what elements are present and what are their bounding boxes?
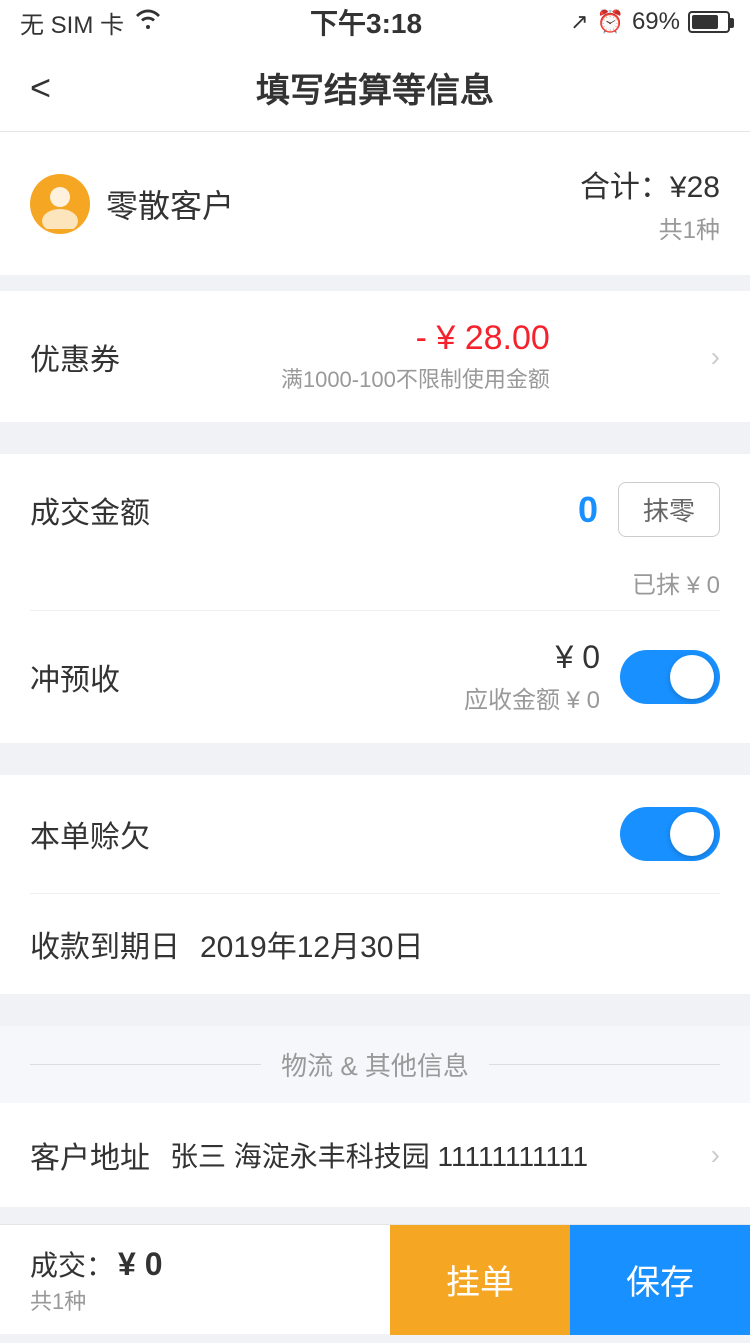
- bottom-count: 共1种: [30, 1284, 360, 1316]
- transaction-card: 成交金额 0 抹零 已抹 ¥ 0 冲预收 ¥ 0 应收金额 ¥ 0: [0, 454, 750, 743]
- coupon-card: 优惠券 - ¥ 28.00 满1000-100不限制使用金额 ›: [0, 291, 750, 422]
- back-button[interactable]: <: [30, 67, 51, 109]
- duedate-value[interactable]: 2019年12月30日: [200, 922, 423, 966]
- coupon-amount: - ¥ 28.00: [281, 319, 550, 358]
- transaction-amount-label: 成交金额: [30, 488, 150, 532]
- content-area: 零散客户 合计：¥28 共1种 优惠券 - ¥ 28.00 满1000-100不…: [0, 132, 750, 1343]
- coupon-row[interactable]: 优惠券 - ¥ 28.00 满1000-100不限制使用金额 ›: [0, 291, 750, 422]
- prepayment-row: 冲预收 ¥ 0 应收金额 ¥ 0: [0, 611, 750, 743]
- toggle-knob: [670, 655, 714, 699]
- prepayment-right: ¥ 0 应收金额 ¥ 0: [464, 639, 720, 715]
- wifi-icon: [134, 8, 162, 36]
- section-divider-2: [0, 759, 750, 775]
- prepayment-toggle[interactable]: [620, 650, 720, 704]
- address-row[interactable]: 客户地址 张三 海淀永丰科技园 11111111111 ›: [0, 1103, 750, 1207]
- debt-toggle[interactable]: [620, 807, 720, 861]
- status-right: ↗ ⏰ 69%: [570, 8, 730, 36]
- logistics-line-left: [30, 1064, 261, 1065]
- transaction-amount-row: 成交金额 0 抹零: [0, 454, 750, 565]
- bottom-info: 成交： ¥ 0 共1种: [0, 1244, 390, 1316]
- battery-icon: [688, 11, 730, 33]
- prepayment-label: 冲预收: [30, 655, 120, 699]
- address-label: 客户地址: [30, 1133, 150, 1177]
- page-title: 填写结算等信息: [256, 63, 494, 112]
- debt-toggle-knob: [670, 812, 714, 856]
- customer-left: 零散客户: [30, 174, 234, 234]
- alarm-icon: ⏰: [597, 9, 624, 35]
- time-display: 下午3:18: [310, 2, 422, 42]
- customer-name: 零散客户: [106, 181, 234, 227]
- duedate-label: 收款到期日: [30, 922, 180, 966]
- customer-row: 零散客户 合计：¥28 共1种: [0, 132, 750, 275]
- bottom-transaction-label: 成交：: [30, 1244, 114, 1284]
- address-chevron-icon: ›: [711, 1139, 720, 1171]
- status-left: 无 SIM 卡: [20, 5, 162, 40]
- coupon-desc: 满1000-100不限制使用金额: [281, 362, 550, 394]
- logistics-line-right: [489, 1064, 720, 1065]
- transaction-amount-right: 0 抹零: [578, 482, 720, 537]
- round-off-sub: 已抹 ¥ 0: [0, 565, 750, 610]
- save-button[interactable]: 保存: [570, 1225, 750, 1335]
- round-off-button[interactable]: 抹零: [618, 482, 720, 537]
- bottom-amount: ¥ 0: [118, 1246, 162, 1283]
- prepayment-amount: ¥ 0: [464, 639, 600, 676]
- duedate-row: 收款到期日 2019年12月30日: [0, 894, 750, 994]
- customer-card: 零散客户 合计：¥28 共1种: [0, 132, 750, 275]
- logistics-header: 物流 & 其他信息: [0, 1026, 750, 1103]
- total-amount: 合计：¥28: [580, 162, 720, 206]
- battery-percent: 69%: [632, 8, 680, 36]
- coupon-label: 优惠券: [30, 335, 120, 379]
- already-rounded-text: 已抹 ¥ 0: [632, 572, 720, 599]
- transaction-amount-value[interactable]: 0: [578, 489, 598, 531]
- bottom-bar: 成交： ¥ 0 共1种 挂单 保存: [0, 1224, 750, 1334]
- chevron-right-icon: ›: [711, 341, 720, 373]
- address-value: 张三 海淀永丰科技园 11111111111: [170, 1135, 711, 1175]
- status-bar: 无 SIM 卡 下午3:18 ↗ ⏰ 69%: [0, 0, 750, 44]
- logistics-text: 物流 & 其他信息: [281, 1046, 469, 1083]
- section-divider-3: [0, 1010, 750, 1026]
- nav-bar: < 填写结算等信息: [0, 44, 750, 132]
- total-count: 共1种: [580, 210, 720, 245]
- hang-order-button[interactable]: 挂单: [390, 1225, 570, 1335]
- debt-label: 本单赊欠: [30, 812, 150, 856]
- address-card: 客户地址 张三 海淀永丰科技园 11111111111 ›: [0, 1103, 750, 1207]
- debt-card: 本单赊欠 收款到期日 2019年12月30日: [0, 775, 750, 994]
- debt-row: 本单赊欠: [0, 775, 750, 893]
- avatar: [30, 174, 90, 234]
- section-divider-1: [0, 438, 750, 454]
- carrier-text: 无 SIM 卡: [20, 5, 124, 40]
- coupon-right: - ¥ 28.00 满1000-100不限制使用金额: [281, 319, 550, 394]
- total-info: 合计：¥28 共1种: [580, 162, 720, 245]
- prepayment-sub: 应收金额 ¥ 0: [464, 680, 600, 715]
- location-icon: ↗: [570, 9, 588, 35]
